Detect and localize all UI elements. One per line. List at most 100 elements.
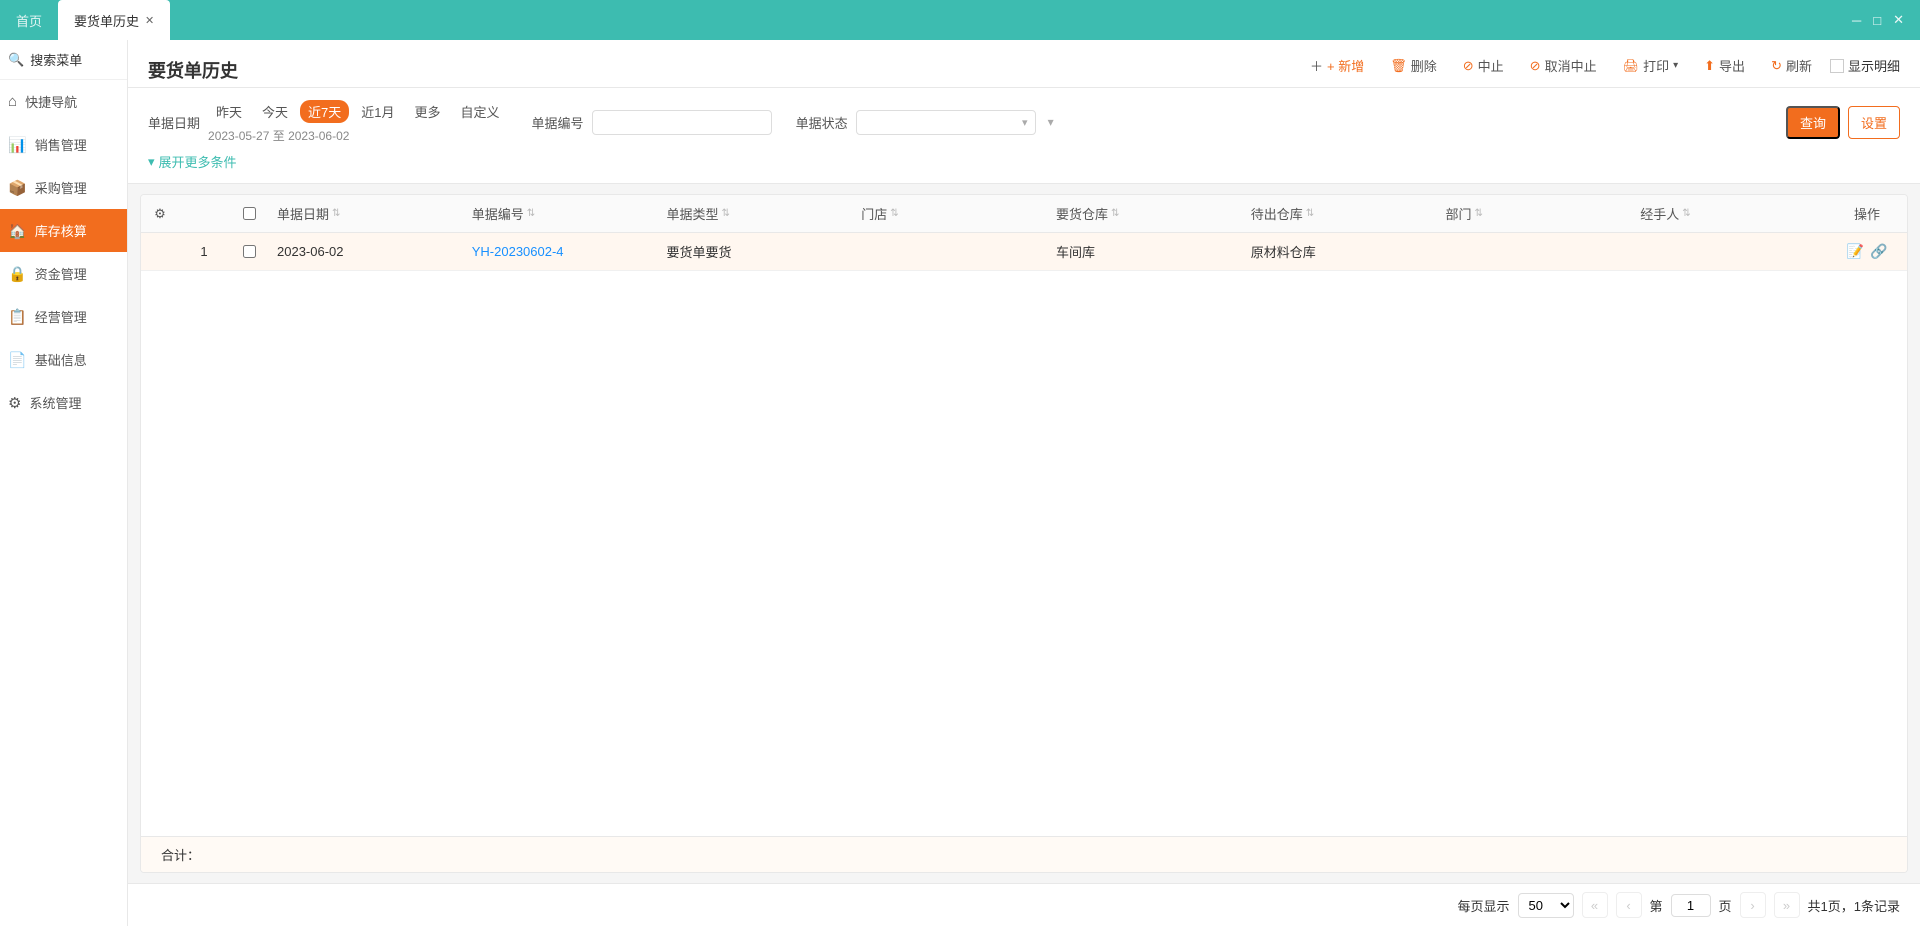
finance-icon: 🔒 xyxy=(8,265,27,283)
th-doctype[interactable]: 单据类型 ⇅ xyxy=(659,204,854,223)
delete-row-icon[interactable]: 🔗 xyxy=(1870,243,1887,260)
sidebar-item-inventory[interactable]: 🏠 库存核算 xyxy=(0,209,127,252)
print-dropdown-icon[interactable]: ▾ xyxy=(1673,60,1678,71)
td-wait-warehouse: 原材料仓库 xyxy=(1243,242,1438,261)
th-docno[interactable]: 单据编号 ⇅ xyxy=(464,204,659,223)
first-page-button[interactable]: « xyxy=(1582,892,1608,918)
delete-button[interactable]: 🗑 删除 xyxy=(1382,52,1445,79)
sort-handler-icon: ⇅ xyxy=(1682,208,1690,219)
settings-icon[interactable]: ⚙ xyxy=(154,206,166,222)
row-checkbox[interactable] xyxy=(243,245,256,258)
shortcut-7days[interactable]: 近7天 xyxy=(300,100,349,123)
minimize-button[interactable]: ─ xyxy=(1852,13,1861,28)
export-button[interactable]: ⬆ 导出 xyxy=(1696,52,1753,79)
pagination: 每页显示 50 20 100 « ‹ 第 页 › » 共1页，1条记录 xyxy=(128,883,1920,926)
th-settings[interactable]: ⚙ xyxy=(141,206,179,222)
shortcut-yesterday[interactable]: 昨天 xyxy=(208,100,250,123)
per-page-select[interactable]: 50 20 100 xyxy=(1518,893,1574,918)
filter-action-buttons: 查询 设置 xyxy=(1786,106,1900,139)
doc-link[interactable]: YH-20230602-4 xyxy=(472,244,564,259)
shortcut-custom[interactable]: 自定义 xyxy=(453,100,508,123)
sidebar-item-label: 快捷导航 xyxy=(25,92,77,111)
sidebar-item-operation[interactable]: 📋 经营管理 xyxy=(0,295,127,338)
content-area: 要货单历史 ＋ + 新增 🗑 删除 ⊘ 中止 ⊘ 取消中止 xyxy=(128,40,1920,926)
status-select[interactable] xyxy=(856,110,1036,135)
query-button[interactable]: 查询 xyxy=(1786,106,1840,139)
sidebar-item-label: 经营管理 xyxy=(35,307,87,326)
sidebar-item-label: 销售管理 xyxy=(35,135,87,154)
date-filter-vertical: 昨天 今天 近7天 近1月 更多 自定义 2023-05-27 至 2023-0… xyxy=(208,100,508,144)
summary-row: 合计： xyxy=(141,836,1907,872)
edit-icon[interactable]: 📝 xyxy=(1847,243,1864,260)
expand-more-button[interactable]: ▾ 展开更多条件 xyxy=(148,152,1900,171)
shortcut-1month[interactable]: 近1月 xyxy=(353,100,402,123)
tab-home[interactable]: 首页 xyxy=(0,0,58,40)
basic-icon: 📄 xyxy=(8,351,27,369)
new-button[interactable]: ＋ + 新增 xyxy=(1302,52,1372,79)
print-button[interactable]: 🖨 打印 ▾ xyxy=(1615,52,1687,79)
display-detail-toggle[interactable]: 显示明细 xyxy=(1830,56,1900,75)
sidebar-item-label: 采购管理 xyxy=(35,178,87,197)
settings-button[interactable]: 设置 xyxy=(1848,106,1900,139)
sidebar-search[interactable]: 🔍 搜索菜单 xyxy=(0,40,127,80)
page-input[interactable] xyxy=(1671,894,1711,917)
maximize-button[interactable]: □ xyxy=(1873,13,1881,28)
select-all-checkbox[interactable] xyxy=(243,207,256,220)
th-req-warehouse[interactable]: 要货仓库 ⇅ xyxy=(1048,204,1243,223)
td-docno[interactable]: YH-20230602-4 xyxy=(464,244,659,259)
sidebar-item-finance[interactable]: 🔒 资金管理 xyxy=(0,252,127,295)
th-store[interactable]: 门店 ⇅ xyxy=(853,204,1048,223)
page-header: 要货单历史 ＋ + 新增 🗑 删除 ⊘ 中止 ⊘ 取消中止 xyxy=(128,40,1920,88)
purchase-icon: 📦 xyxy=(8,179,27,197)
filter-area: 单据日期 昨天 今天 近7天 近1月 更多 自定义 2023-05-27 至 2… xyxy=(128,88,1920,184)
filter-main-row: 单据日期 昨天 今天 近7天 近1月 更多 自定义 2023-05-27 至 2… xyxy=(148,100,1900,144)
tab-close-icon[interactable]: ✕ xyxy=(145,14,154,27)
sidebar-item-sales[interactable]: 📊 销售管理 xyxy=(0,123,127,166)
table-area: ⚙ 单据日期 ⇅ 单据编号 ⇅ 单据类型 ⇅ xyxy=(140,194,1908,873)
shortcut-today[interactable]: 今天 xyxy=(254,100,296,123)
tab-bar: 首页 要货单历史 ✕ xyxy=(0,0,170,40)
sidebar-item-purchase[interactable]: 📦 采购管理 xyxy=(0,166,127,209)
doc-number-filter-group: 单据编号 xyxy=(532,110,772,135)
operation-icon: 📋 xyxy=(8,308,27,326)
page-label: 页 xyxy=(1719,896,1732,915)
status-label: 单据状态 xyxy=(796,113,848,132)
print-icon: 🖨 xyxy=(1623,58,1640,74)
sidebar-item-label: 资金管理 xyxy=(35,264,87,283)
tab-requisition-history[interactable]: 要货单历史 ✕ xyxy=(58,0,170,40)
th-wait-warehouse[interactable]: 待出仓库 ⇅ xyxy=(1243,204,1438,223)
sidebar: 🔍 搜索菜单 ⌂ 快捷导航 📊 销售管理 📦 采购管理 🏠 库存核算 🔒 资金管… xyxy=(0,40,128,926)
prev-page-button[interactable]: ‹ xyxy=(1616,892,1642,918)
td-check[interactable] xyxy=(229,245,269,258)
th-date[interactable]: 单据日期 ⇅ xyxy=(269,204,464,223)
td-num: 1 xyxy=(179,244,229,259)
last-page-button[interactable]: » xyxy=(1774,892,1800,918)
shortcut-more[interactable]: 更多 xyxy=(407,100,449,123)
sort-wait-warehouse-icon: ⇅ xyxy=(1306,208,1314,219)
top-bar: 首页 要货单历史 ✕ ─ □ ✕ xyxy=(0,0,1920,40)
th-check[interactable] xyxy=(229,207,269,220)
next-page-button[interactable]: › xyxy=(1740,892,1766,918)
cancel-stop-button[interactable]: ⊘ 取消中止 xyxy=(1522,52,1605,79)
status-filter-group: 单据状态 ▾ xyxy=(796,110,1054,135)
date-range-display: 2023-05-27 至 2023-06-02 xyxy=(208,127,508,144)
sidebar-item-quick-nav[interactable]: ⌂ 快捷导航 xyxy=(0,80,127,123)
date-shortcuts: 昨天 今天 近7天 近1月 更多 自定义 xyxy=(208,100,508,123)
plus-icon: ＋ xyxy=(1310,56,1323,75)
refresh-button[interactable]: ↻ 刷新 xyxy=(1763,52,1820,79)
th-handler[interactable]: 经手人 ⇅ xyxy=(1632,204,1827,223)
total-info: 共1页，1条记录 xyxy=(1808,896,1900,915)
inventory-icon: 🏠 xyxy=(8,222,27,240)
cancel-stop-icon: ⊘ xyxy=(1530,58,1541,74)
doc-number-input[interactable] xyxy=(592,110,772,135)
sidebar-item-basic[interactable]: 📄 基础信息 xyxy=(0,338,127,381)
th-dept[interactable]: 部门 ⇅ xyxy=(1438,204,1633,223)
expand-icon: ▾ xyxy=(148,154,155,170)
close-button[interactable]: ✕ xyxy=(1893,12,1904,28)
sort-dept-icon: ⇅ xyxy=(1475,208,1483,219)
td-date: 2023-06-02 xyxy=(269,244,464,259)
table-empty-space xyxy=(141,271,1907,836)
stop-button[interactable]: ⊘ 中止 xyxy=(1455,52,1512,79)
display-detail-checkbox[interactable] xyxy=(1830,59,1844,73)
sidebar-item-system[interactable]: ⚙ 系统管理 xyxy=(0,381,127,424)
